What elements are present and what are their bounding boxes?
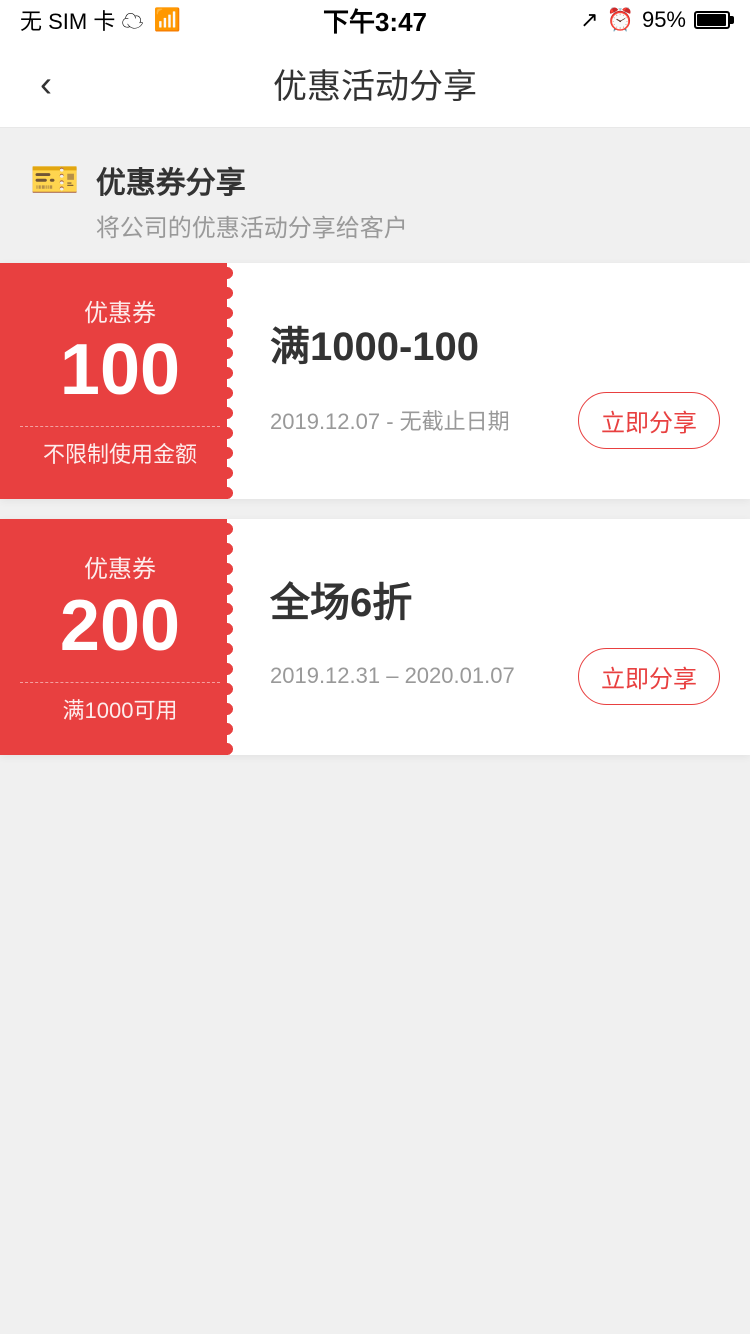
coupon-condition-1: 不限制使用金额 (43, 437, 197, 469)
status-left: 无 SIM 卡 ☁ 📶 (20, 4, 181, 36)
alarm-icon: ⏰ (607, 7, 634, 33)
coupon-condition-2: 满1000可用 (63, 693, 178, 725)
coupon-share-button-1[interactable]: 立即分享 (578, 392, 720, 449)
back-button[interactable]: ‹ (30, 53, 62, 115)
battery-percent: 95% (642, 7, 686, 33)
section-header: 🎫 优惠券分享 将公司的优惠活动分享给客户 (0, 128, 750, 263)
coupon-meta-2: 2019.12.31 – 2020.01.07 立即分享 (270, 648, 720, 705)
coupon-right-1: 满1000-100 2019.12.07 - 无截止日期 立即分享 (240, 263, 750, 499)
coupon-divider-1 (20, 426, 220, 427)
coupon-meta-1: 2019.12.07 - 无截止日期 立即分享 (270, 392, 720, 449)
coupon-share-button-2[interactable]: 立即分享 (578, 648, 720, 705)
coupon-label-1: 优惠券 (84, 293, 156, 328)
coupon-label-2: 优惠券 (84, 549, 156, 584)
coupon-list: 优惠券 100 不限制使用金额 满1000-100 2019.12.07 - 无… (0, 263, 750, 775)
coupon-date-1: 2019.12.07 - 无截止日期 (270, 404, 568, 436)
coupon-date-2: 2019.12.31 – 2020.01.07 (270, 663, 568, 689)
coupon-icon: 🎫 (30, 160, 80, 200)
nav-bar: ‹ 优惠活动分享 (0, 40, 750, 128)
section-title: 优惠券分享 (96, 158, 408, 202)
coupon-name-2: 全场6折 (270, 570, 720, 628)
location-icon: ↗ (580, 7, 598, 33)
coupon-amount-1: 100 (60, 334, 180, 406)
status-right: ↗ ⏰ 95% (580, 7, 730, 33)
wifi-icon: 📶 (153, 7, 180, 33)
status-bar: 无 SIM 卡 ☁ 📶 下午3:47 ↗ ⏰ 95% (0, 0, 750, 40)
coupon-card-2: 优惠券 200 满1000可用 全场6折 2019.12.31 – 2020.0… (0, 519, 750, 755)
section-subtitle: 将公司的优惠活动分享给客户 (96, 208, 408, 243)
bottom-space (0, 775, 750, 1275)
coupon-left-1: 优惠券 100 不限制使用金额 (0, 263, 240, 499)
section-text: 优惠券分享 将公司的优惠活动分享给客户 (96, 158, 408, 243)
coupon-amount-2: 200 (60, 590, 180, 662)
battery-icon (694, 11, 730, 29)
coupon-right-2: 全场6折 2019.12.31 – 2020.01.07 立即分享 (240, 519, 750, 755)
coupon-left-2: 优惠券 200 满1000可用 (0, 519, 240, 755)
coupon-card-1: 优惠券 100 不限制使用金额 满1000-100 2019.12.07 - 无… (0, 263, 750, 499)
sim-status: 无 SIM 卡 ☁ (20, 4, 143, 36)
coupon-name-1: 满1000-100 (270, 314, 720, 372)
coupon-divider-2 (20, 682, 220, 683)
page-title: 优惠活动分享 (273, 59, 477, 108)
status-time: 下午3:47 (323, 2, 427, 39)
